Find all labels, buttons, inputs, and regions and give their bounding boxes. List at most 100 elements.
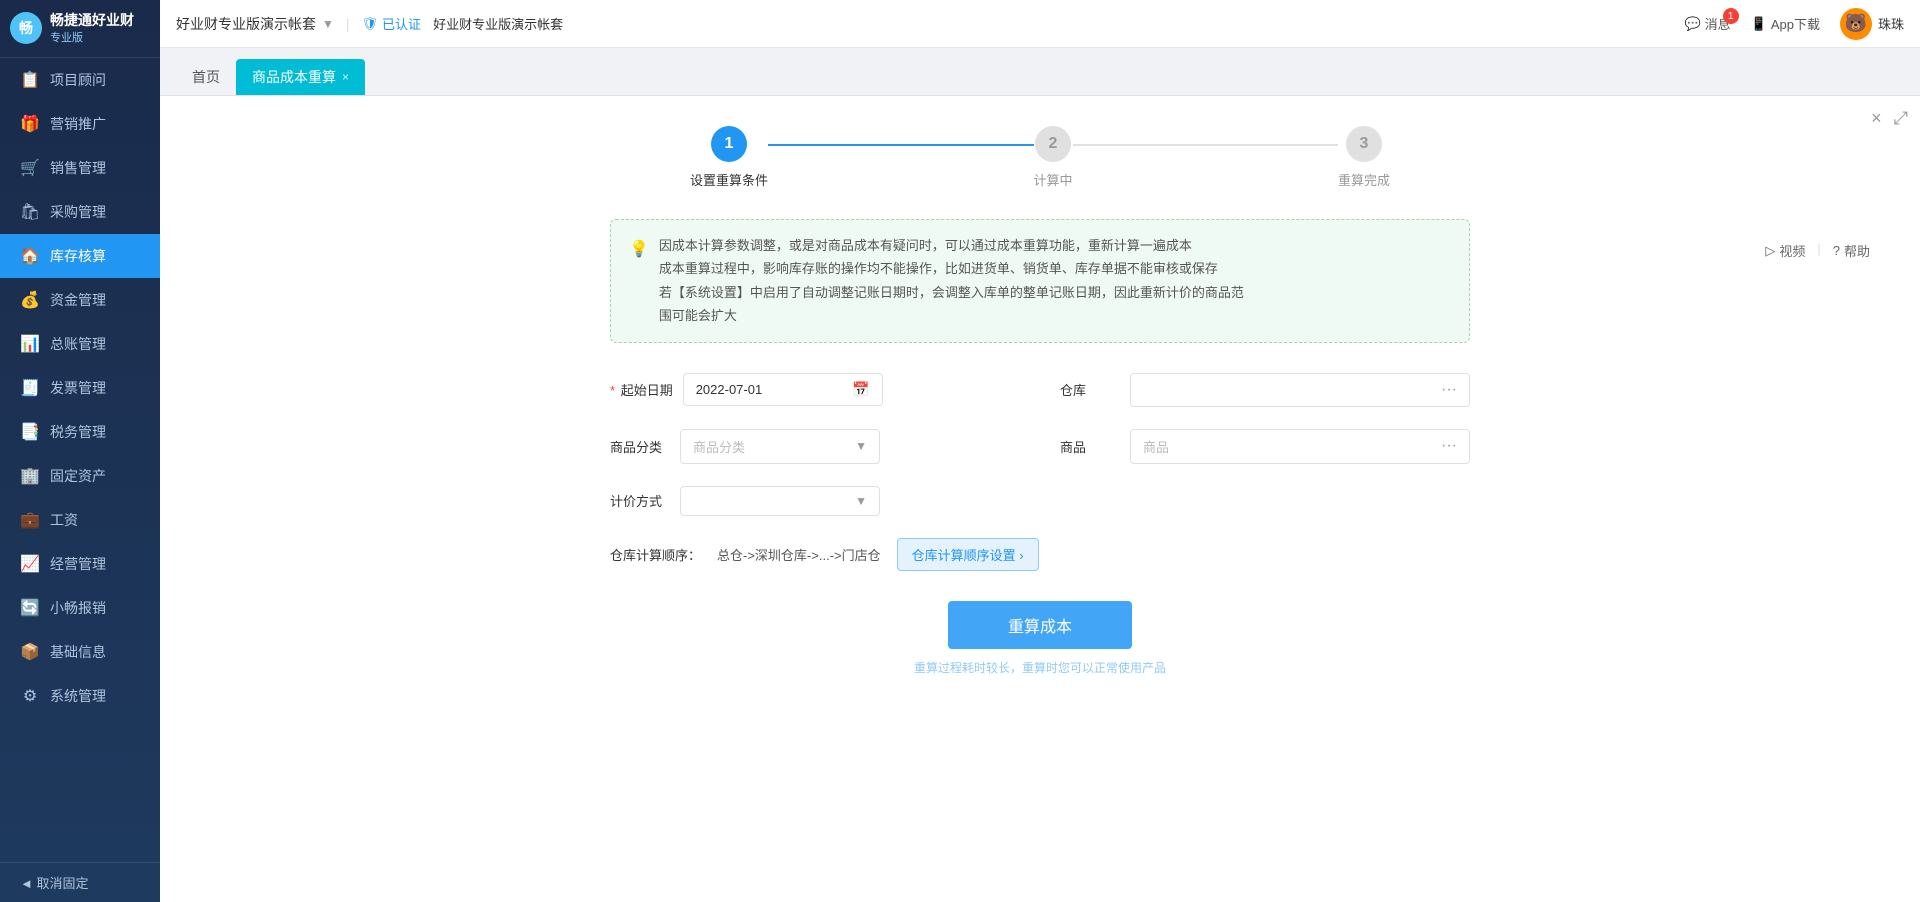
pricing-chevron-icon: ▼ (855, 494, 867, 508)
sidebar-item-system[interactable]: ⚙ 系统管理 (0, 674, 160, 718)
sidebar-item-label: 小畅报销 (50, 598, 106, 618)
invoice-icon: 🧾 (20, 378, 40, 398)
warehouse-input[interactable]: ··· (1130, 373, 1470, 407)
step-3-label: 重算完成 (1338, 170, 1390, 189)
logo-subtitle: 专业版 (50, 29, 134, 45)
sidebar-item-finance[interactable]: 💰 资金管理 (0, 278, 160, 322)
step-2-circle: 2 (1035, 126, 1071, 162)
main-wrapper: 好业财专业版演示帐套 ▼ | 🛡 已认证 好业财专业版演示帐套 💬 消息 1 📱… (160, 0, 1920, 902)
info-line-4: 围可能会扩大 (659, 304, 1244, 327)
pricing-method-field: 计价方式 ▼ (610, 486, 1020, 516)
sidebar-item-payroll[interactable]: 💼 工资 (0, 498, 160, 542)
tab-home[interactable]: 首页 (176, 59, 236, 95)
inventory-icon: 🏠 (20, 246, 40, 266)
sales-icon: 🛒 (20, 158, 40, 178)
user-avatar: 🐻 (1840, 8, 1872, 40)
unpin-label: ◄ 取消固定 (20, 873, 88, 892)
sidebar-item-project[interactable]: 📋 项目顾问 (0, 58, 160, 102)
sidebar-item-label: 固定资产 (50, 466, 106, 486)
content-area: × ⤢ 1 设置重算条件 2 计算中 3 (160, 96, 1920, 902)
product-placeholder: 商品 (1143, 437, 1169, 456)
start-date-field: * 起始日期 2022-07-01 📅 (610, 373, 1020, 406)
product-category-placeholder: 商品分类 (693, 437, 745, 456)
app-download-button[interactable]: 📱 App下载 (1751, 14, 1820, 33)
product-category-label: 商品分类 (610, 437, 670, 456)
phone-icon: 📱 (1751, 16, 1767, 32)
required-star: * (610, 383, 615, 398)
warehouse-more-icon[interactable]: ··· (1441, 381, 1457, 399)
submit-btn-label: 重算成本 (1008, 619, 1072, 636)
calc-order-value: 总仓->深圳仓库->...->门店仓 (717, 545, 881, 564)
calc-order-settings-button[interactable]: 仓库计算顺序设置 › (897, 538, 1039, 571)
product-input[interactable]: 商品 ··· (1130, 429, 1470, 464)
tab-cost-recalc[interactable]: 商品成本重算 × (236, 59, 365, 95)
sidebar-item-marketing[interactable]: 🎁 营销推广 (0, 102, 160, 146)
help-link-btn[interactable]: ? 帮助 (1833, 241, 1870, 260)
maximize-window-icon[interactable]: ⤢ (1894, 108, 1908, 129)
step-1: 1 设置重算条件 (690, 126, 768, 189)
product-label: 商品 (1060, 437, 1120, 456)
sidebar-item-inventory[interactable]: 🏠 库存核算 (0, 234, 160, 278)
start-date-input[interactable]: 2022-07-01 📅 (683, 373, 883, 406)
payroll-icon: 💼 (20, 510, 40, 530)
sidebar-item-invoice[interactable]: 🧾 发票管理 (0, 366, 160, 410)
account-selector[interactable]: 好业财专业版演示帐套 ▼ (176, 14, 334, 34)
form-row-2: 商品分类 商品分类 ▼ 商品 商品 ··· (610, 429, 1470, 464)
topbar-divider: | (346, 16, 350, 32)
step-connector-1 (768, 144, 1033, 146)
product-category-select[interactable]: 商品分类 ▼ (680, 429, 880, 464)
step-2-label: 计算中 (1034, 170, 1073, 189)
sidebar-item-label: 采购管理 (50, 202, 106, 222)
help-label: 帮助 (1844, 241, 1870, 260)
warehouse-label: 仓库 (1060, 380, 1120, 399)
pricing-method-label: 计价方式 (610, 491, 670, 510)
operations-icon: 📈 (20, 554, 40, 574)
product-more-icon[interactable]: ··· (1441, 437, 1457, 455)
sidebar-item-assets[interactable]: 🏢 固定资产 (0, 454, 160, 498)
info-icon: 💡 (629, 236, 649, 265)
sidebar-item-accounting[interactable]: 📊 总账管理 (0, 322, 160, 366)
window-controls: × ⤢ (1871, 108, 1908, 129)
pricing-method-select[interactable]: ▼ (680, 486, 880, 516)
step-1-circle: 1 (711, 126, 747, 162)
sidebar-item-operations[interactable]: 📈 经营管理 (0, 542, 160, 586)
tabbar: 首页 商品成本重算 × (160, 48, 1920, 96)
expense-icon: 🔄 (20, 598, 40, 618)
notification-button[interactable]: 💬 消息 1 (1684, 14, 1730, 33)
sidebar-item-label: 销售管理 (50, 158, 106, 178)
sidebar-item-label: 系统管理 (50, 686, 106, 706)
close-window-icon[interactable]: × (1871, 108, 1882, 129)
step-2: 2 计算中 (1034, 126, 1073, 189)
product-category-field: 商品分类 商品分类 ▼ (610, 429, 1020, 464)
verified-badge: 🛡 已认证 (362, 14, 422, 33)
sidebar-item-label: 税务管理 (50, 422, 106, 442)
calendar-icon: 📅 (852, 381, 869, 398)
marketing-icon: 🎁 (20, 114, 40, 134)
logo-icon: 畅 (10, 12, 42, 44)
video-link[interactable]: ▷ 视频 (1765, 241, 1805, 260)
sidebar-unpin[interactable]: ◄ 取消固定 (0, 862, 160, 902)
purchase-icon: 🛍 (20, 202, 40, 222)
sidebar-item-sales[interactable]: 🛒 销售管理 (0, 146, 160, 190)
sidebar-item-purchase[interactable]: 🛍 采购管理 (0, 190, 160, 234)
step-1-num: 1 (725, 135, 734, 153)
question-icon: ? (1833, 243, 1840, 258)
submit-recalc-button[interactable]: 重算成本 (948, 601, 1132, 649)
assets-icon: 🏢 (20, 466, 40, 486)
sidebar-item-expense[interactable]: 🔄 小畅报销 (0, 586, 160, 630)
tab-close-icon[interactable]: × (342, 70, 349, 84)
info-line-3: 若【系统设置】中启用了自动调整记账日期时，会调整入库单的整单记账日期，因此重新计… (659, 281, 1244, 304)
account-name: 好业财专业版演示帐套 (176, 14, 316, 34)
sidebar-item-label: 经营管理 (50, 554, 106, 574)
user-menu[interactable]: 🐻 珠珠 (1840, 8, 1904, 40)
category-chevron-icon: ▼ (855, 439, 867, 453)
sidebar-item-tax[interactable]: 📑 税务管理 (0, 410, 160, 454)
start-date-value: 2022-07-01 (696, 382, 763, 397)
step-2-num: 2 (1049, 135, 1058, 153)
start-date-label: * 起始日期 (610, 380, 673, 399)
app-download-label: App下载 (1771, 14, 1820, 33)
account-chevron-icon: ▼ (322, 17, 334, 31)
sidebar-item-basics[interactable]: 📦 基础信息 (0, 630, 160, 674)
sidebar-item-label: 总账管理 (50, 334, 106, 354)
sidebar: 畅 畅捷通好业财 专业版 📋 项目顾问 🎁 营销推广 🛒 销售管理 🛍 采购管理… (0, 0, 160, 902)
